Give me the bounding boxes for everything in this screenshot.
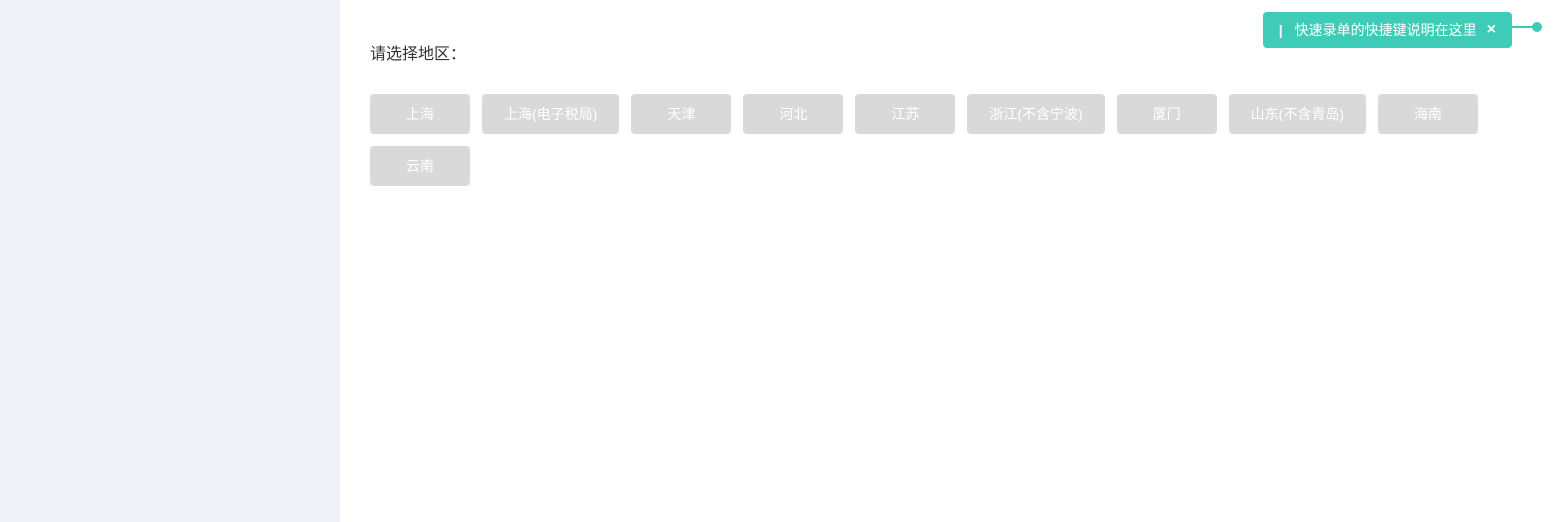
- region-button-shanghai-etax[interactable]: 上海(电子税局): [482, 94, 619, 134]
- tooltip-text: 快速录单的快捷键说明在这里: [1295, 20, 1477, 40]
- region-button-zhejiang[interactable]: 浙江(不含宁波): [967, 94, 1104, 134]
- region-button-shandong[interactable]: 山东(不含青岛): [1229, 94, 1366, 134]
- region-button-shanghai[interactable]: 上海: [370, 94, 470, 134]
- region-button-yunnan[interactable]: 云南: [370, 146, 470, 186]
- region-button-xiamen[interactable]: 厦门: [1117, 94, 1217, 134]
- region-buttons-container: 上海上海(电子税局) 天津河北江苏浙江(不含宁波) 厦门山东(不含青岛) 海南云南: [370, 94, 1532, 186]
- region-button-tianjin[interactable]: 天津: [631, 94, 731, 134]
- tooltip-close-button[interactable]: ×: [1487, 22, 1496, 38]
- tooltip-banner: 快速录单的快捷键说明在这里 ×: [1263, 12, 1512, 48]
- left-sidebar: [0, 0, 340, 522]
- region-button-hebei[interactable]: 河北: [743, 94, 843, 134]
- region-button-jiangsu[interactable]: 江苏: [855, 94, 955, 134]
- tooltip-dot-indicator: [1532, 22, 1542, 32]
- region-button-hainan[interactable]: 海南: [1378, 94, 1478, 134]
- main-content: 请选择地区： 上海上海(电子税局)天津河北江苏浙江(不含宁波)厦门山东(不含青岛…: [340, 0, 1562, 522]
